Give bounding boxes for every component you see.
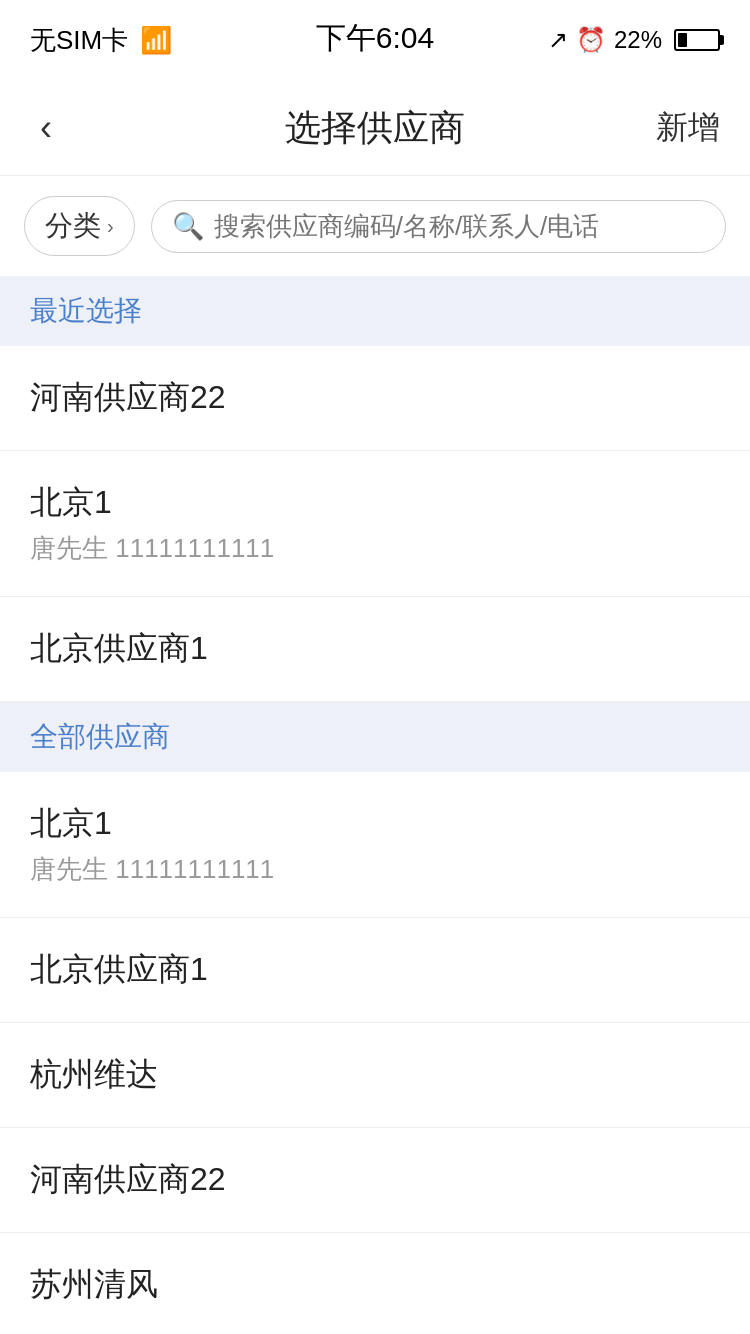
item-name: 河南供应商22 xyxy=(30,376,720,420)
nav-bar: ‹ 选择供应商 新增 xyxy=(0,80,750,176)
list-item[interactable]: 苏州清风 xyxy=(0,1233,750,1334)
all-section-title: 全部供应商 xyxy=(30,721,170,752)
item-name: 北京1 xyxy=(30,481,720,525)
add-button[interactable]: 新增 xyxy=(656,106,720,150)
list-item[interactable]: 北京1 唐先生 11111111111 xyxy=(0,451,750,597)
alarm-icon: ⏰ xyxy=(576,26,606,54)
status-time: 下午6:04 xyxy=(316,18,434,59)
item-name: 杭州维达 xyxy=(30,1053,720,1097)
status-right: ↗ ⏰ 22% xyxy=(548,26,720,54)
item-name: 北京供应商1 xyxy=(30,627,720,671)
all-list: 北京1 唐先生 11111111111 北京供应商1 杭州维达 河南供应商22 … xyxy=(0,772,750,1334)
all-section-header: 全部供应商 xyxy=(0,702,750,772)
item-name: 北京供应商1 xyxy=(30,948,720,992)
list-item[interactable]: 河南供应商22 xyxy=(0,1128,750,1233)
item-name: 河南供应商22 xyxy=(30,1158,720,1202)
item-name: 苏州清风 xyxy=(30,1263,720,1307)
list-item[interactable]: 北京1 唐先生 11111111111 xyxy=(0,772,750,918)
list-item[interactable]: 北京供应商1 xyxy=(0,597,750,702)
back-button[interactable]: ‹ xyxy=(30,97,62,159)
list-item[interactable]: 北京供应商1 xyxy=(0,918,750,1023)
search-input[interactable] xyxy=(214,211,705,242)
wifi-icon: 📶 xyxy=(140,25,172,56)
item-name: 北京1 xyxy=(30,802,720,846)
battery-icon xyxy=(674,29,720,51)
item-sub: 唐先生 11111111111 xyxy=(30,531,720,566)
list-item[interactable]: 河南供应商22 xyxy=(0,346,750,451)
chevron-right-icon: › xyxy=(107,215,114,238)
recent-section-title: 最近选择 xyxy=(30,295,142,326)
battery-text: 22% xyxy=(614,26,662,54)
category-label: 分类 xyxy=(45,207,101,245)
page-title: 选择供应商 xyxy=(285,80,465,176)
location-icon: ↗ xyxy=(548,26,568,54)
status-left: 无SIM卡 📶 xyxy=(30,23,172,58)
item-sub: 唐先生 11111111111 xyxy=(30,852,720,887)
search-icon: 🔍 xyxy=(172,211,204,242)
recent-section-header: 最近选择 xyxy=(0,276,750,346)
list-item[interactable]: 杭州维达 xyxy=(0,1023,750,1128)
search-box[interactable]: 🔍 xyxy=(151,200,726,253)
status-bar: 无SIM卡 📶 下午6:04 ↗ ⏰ 22% xyxy=(0,0,750,80)
filter-bar: 分类 › 🔍 xyxy=(0,176,750,276)
recent-list: 河南供应商22 北京1 唐先生 11111111111 北京供应商1 xyxy=(0,346,750,702)
category-button[interactable]: 分类 › xyxy=(24,196,135,256)
carrier-text: 无SIM卡 xyxy=(30,23,128,58)
